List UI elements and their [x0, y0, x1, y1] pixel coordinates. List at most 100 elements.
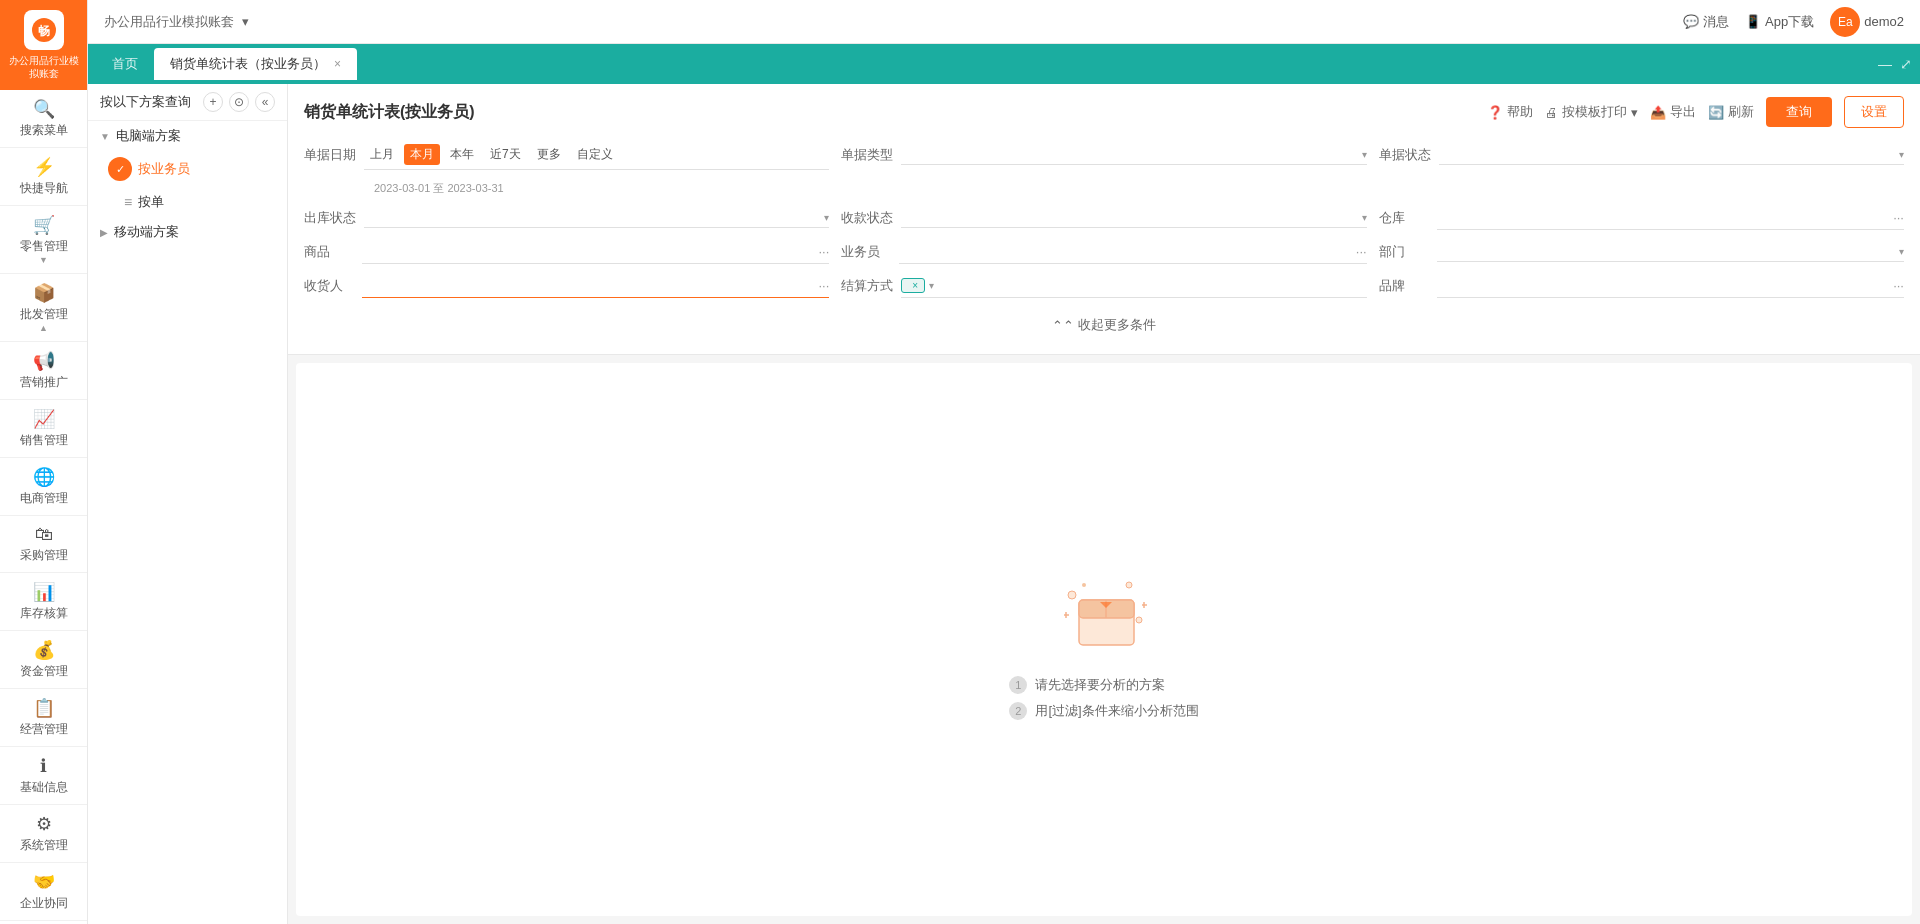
- sidebar-item-operation[interactable]: 📋 经营管理: [0, 689, 87, 747]
- tab-sales-report[interactable]: 销货单统计表（按业务员） ×: [154, 48, 357, 80]
- sidebar-item-wholesale[interactable]: 📦 批发管理 ▲: [0, 274, 87, 342]
- operation-icon: 📋: [33, 697, 55, 719]
- date-more[interactable]: 更多: [531, 144, 567, 165]
- sidebar: 畅 办公用品行业模拟账套 🔍 搜索菜单 ⚡ 快捷导航 🛒 零售管理 ▼ 📦 批发…: [0, 0, 88, 924]
- settlement-field: 结算方式 × ▾: [841, 274, 1366, 298]
- tip-text-2: 用[过滤]条件来缩小分析范围: [1035, 702, 1198, 720]
- consignee-control[interactable]: ···: [362, 274, 829, 298]
- sales-report-tab-label: 销货单统计表（按业务员）: [170, 55, 326, 73]
- svg-point-8: [1082, 583, 1086, 587]
- help-button[interactable]: ❓ 帮助: [1487, 103, 1533, 121]
- wholesale-icon: 📦: [33, 282, 55, 304]
- date-options: 上月 本月 本年 近7天 更多 自定义: [364, 144, 619, 165]
- app-download-button[interactable]: 📱 App下载: [1745, 13, 1814, 31]
- brand-more-icon[interactable]: ···: [1893, 278, 1904, 293]
- tab-home[interactable]: 首页: [96, 48, 154, 80]
- goods-control[interactable]: ···: [362, 240, 829, 264]
- content-area: 按以下方案查询 + ⊙ « ▼ 电脑端方案 ✓ 按业务员 ≡ 按单: [88, 84, 1920, 924]
- user-menu[interactable]: Ea demo2: [1830, 7, 1904, 37]
- salesman-more-icon[interactable]: ···: [1356, 244, 1367, 259]
- doc-type-control[interactable]: ▾: [901, 145, 1366, 165]
- sidebar-item-ecommerce[interactable]: 🌐 电商管理: [0, 458, 87, 516]
- sidebar-item-search[interactable]: 🔍 搜索菜单: [0, 90, 87, 148]
- tree-mobile-scheme[interactable]: ▶ 移动端方案: [88, 217, 287, 247]
- doc-status-control[interactable]: ▾: [1439, 145, 1904, 165]
- help-icon: ❓: [1487, 105, 1503, 120]
- sidebar-item-basic[interactable]: ℹ 基础信息: [0, 747, 87, 805]
- finance-icon: 💰: [33, 639, 55, 661]
- retail-arrow: ▼: [39, 255, 48, 265]
- date-this-month[interactable]: 本月: [404, 144, 440, 165]
- filter-actions: ❓ 帮助 🖨 按模板打印 ▾ 📤 导出 🔄: [1487, 96, 1904, 128]
- warehouse-more-icon[interactable]: ···: [1893, 210, 1904, 225]
- export-button[interactable]: 📤 导出: [1650, 103, 1696, 121]
- doc-status-arrow-icon: ▾: [1899, 149, 1904, 160]
- warehouse-control[interactable]: ···: [1437, 206, 1904, 230]
- consignee-field: 收货人 ···: [304, 274, 829, 298]
- search-icon: 🔍: [33, 98, 55, 120]
- ecommerce-icon: 🌐: [33, 466, 55, 488]
- dept-field: 部门 ▾: [1379, 242, 1904, 262]
- brand-field: 品牌 ···: [1379, 274, 1904, 298]
- sidebar-item-purchase[interactable]: 🛍 采购管理: [0, 516, 87, 573]
- consignee-label: 收货人: [304, 277, 354, 295]
- date-custom[interactable]: 自定义: [571, 144, 619, 165]
- sidebar-logo: 畅 办公用品行业模拟账套: [0, 0, 87, 90]
- sidebar-item-enterprise[interactable]: 🤝 企业协同: [0, 863, 87, 921]
- date-last-month[interactable]: 上月: [364, 144, 400, 165]
- recv-status-control[interactable]: ▾: [901, 208, 1366, 228]
- refresh-button[interactable]: 🔄 刷新: [1708, 103, 1754, 121]
- print-button[interactable]: 🖨 按模板打印 ▾: [1545, 103, 1638, 121]
- sidebar-item-inventory[interactable]: 📊 库存核算: [0, 573, 87, 631]
- sidebar-item-label: 基础信息: [20, 779, 68, 796]
- collapse-panel-button[interactable]: «: [255, 92, 275, 112]
- dept-arrow-icon: ▾: [1899, 246, 1904, 257]
- topbar-left: 办公用品行业模拟账套 ▾: [104, 13, 249, 31]
- sidebar-item-marketing[interactable]: 📢 营销推广: [0, 342, 87, 400]
- tree-desktop-scheme[interactable]: ▼ 电脑端方案: [88, 121, 287, 151]
- tab-close-icon[interactable]: ×: [334, 58, 341, 70]
- avatar: Ea: [1830, 7, 1860, 37]
- settlement-close-button[interactable]: ×: [912, 280, 918, 291]
- sidebar-item-label: 营销推广: [20, 374, 68, 391]
- sidebar-item-sales[interactable]: 📈 销售管理: [0, 400, 87, 458]
- print-dropdown-icon: ▾: [1631, 105, 1638, 120]
- sidebar-item-finance[interactable]: 💰 资金管理: [0, 631, 87, 689]
- brand-control[interactable]: ···: [1437, 274, 1904, 298]
- date-7days[interactable]: 近7天: [484, 144, 527, 165]
- edit-scheme-button[interactable]: ⊙: [229, 92, 249, 112]
- message-button[interactable]: 💬 消息: [1683, 13, 1729, 31]
- sidebar-item-label: 库存核算: [20, 605, 68, 622]
- sidebar-item-retail[interactable]: 🛒 零售管理 ▼: [0, 206, 87, 274]
- dropdown-arrow-icon[interactable]: ▾: [242, 14, 249, 29]
- app-icon: 📱: [1745, 14, 1761, 29]
- tab-maximize-icon[interactable]: ⤢: [1900, 56, 1912, 72]
- tab-minimize-icon[interactable]: —: [1878, 56, 1892, 72]
- marketing-icon: 📢: [33, 350, 55, 372]
- doc-type-arrow-icon: ▾: [1362, 149, 1367, 160]
- dept-control[interactable]: ▾: [1437, 242, 1904, 262]
- goods-more-icon[interactable]: ···: [818, 244, 829, 259]
- sidebar-item-label: 采购管理: [20, 547, 68, 564]
- print-icon: 🖨: [1545, 105, 1558, 120]
- sidebar-item-label: 经营管理: [20, 721, 68, 738]
- tip-num-1: 1: [1009, 676, 1027, 694]
- tree-by-salesman[interactable]: ✓ 按业务员: [88, 151, 287, 187]
- date-this-year[interactable]: 本年: [444, 144, 480, 165]
- out-status-control[interactable]: ▾: [364, 208, 829, 228]
- consignee-more-icon[interactable]: ···: [818, 278, 829, 293]
- desktop-scheme-label: 电脑端方案: [116, 127, 181, 145]
- settlement-tag: ×: [901, 278, 925, 293]
- query-button[interactable]: 查询: [1766, 97, 1832, 127]
- sidebar-item-quick-nav[interactable]: ⚡ 快捷导航: [0, 148, 87, 206]
- salesman-label: 业务员: [841, 243, 891, 261]
- salesman-control[interactable]: ···: [899, 240, 1366, 264]
- settlement-arrow-icon[interactable]: ▾: [929, 280, 934, 291]
- tree-by-order[interactable]: ≡ 按单: [88, 187, 287, 217]
- settings-button[interactable]: 设置: [1844, 96, 1904, 128]
- collapse-button[interactable]: ⌃⌃ 收起更多条件: [1036, 312, 1172, 338]
- sidebar-item-label: 资金管理: [20, 663, 68, 680]
- sidebar-item-system[interactable]: ⚙ 系统管理: [0, 805, 87, 863]
- add-scheme-button[interactable]: +: [203, 92, 223, 112]
- collapse-up-icon: ⌃⌃: [1052, 318, 1074, 333]
